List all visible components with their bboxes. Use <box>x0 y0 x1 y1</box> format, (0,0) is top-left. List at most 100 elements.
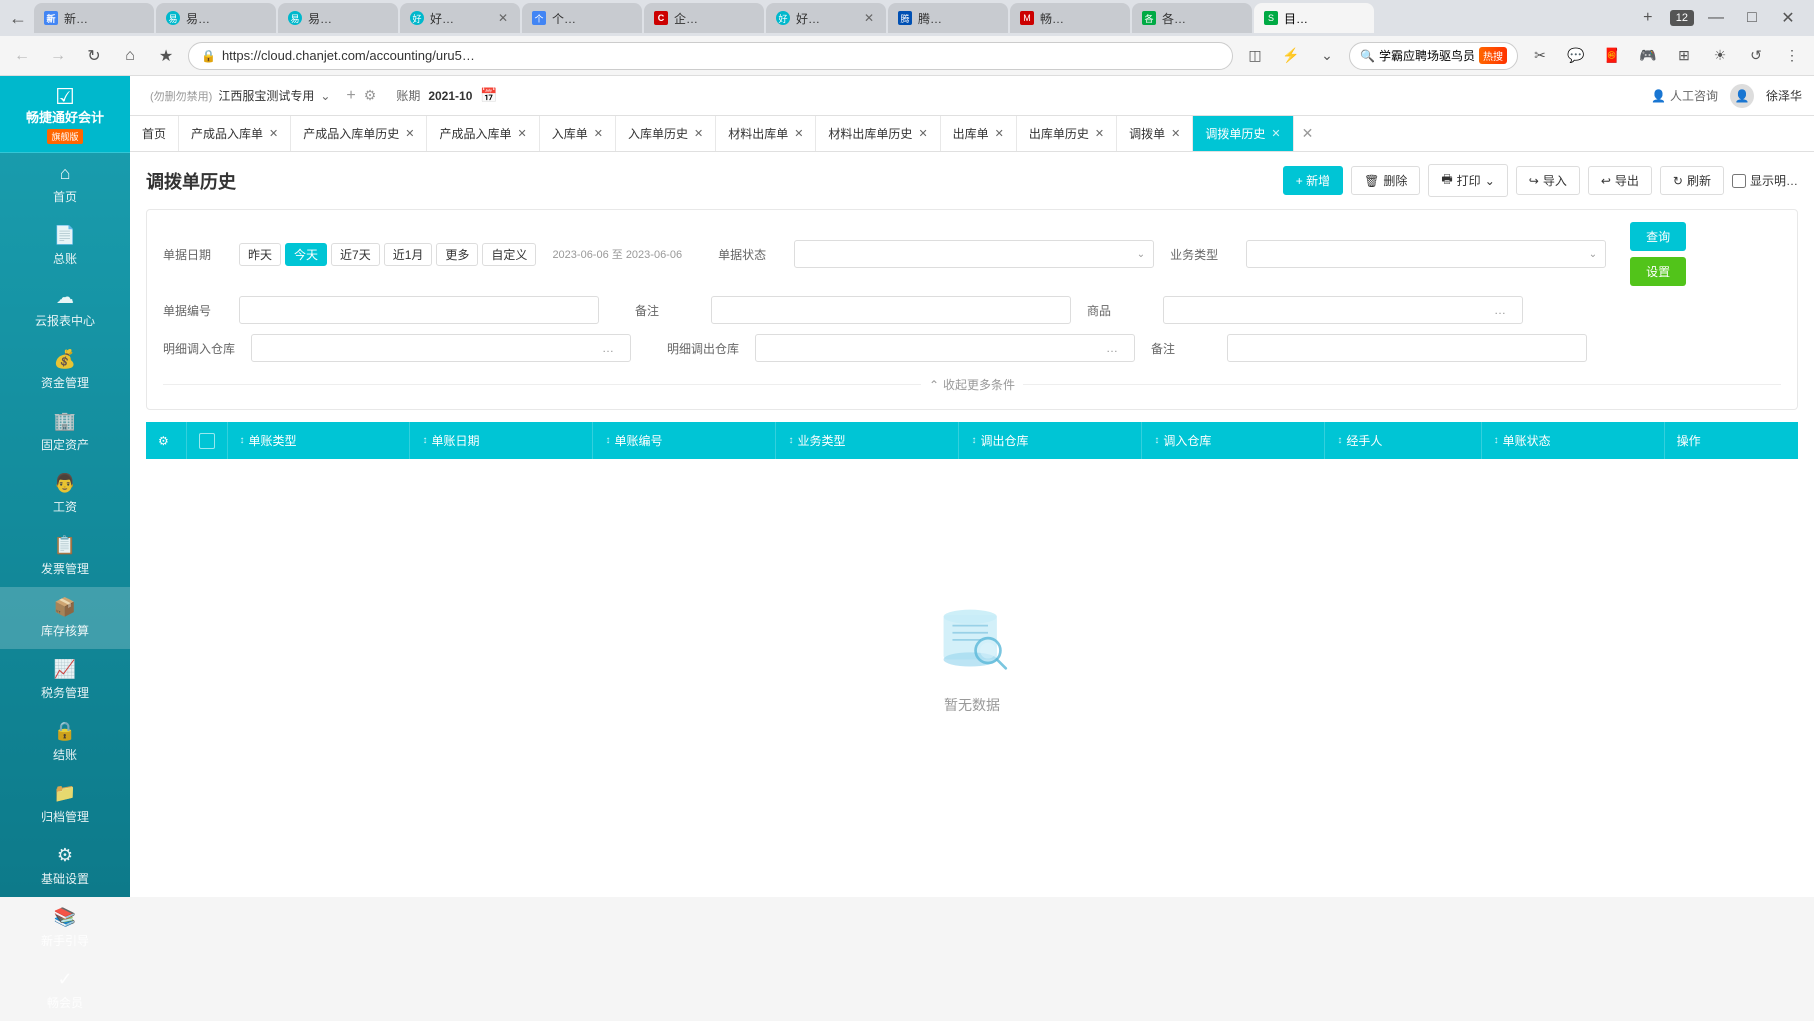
tab-close-7[interactable]: ✕ <box>862 9 876 27</box>
sidebar-item-closing[interactable]: 🔒 结账 <box>0 711 130 773</box>
new-tab-btn[interactable]: + <box>1634 4 1662 32</box>
scissors-icon[interactable]: ✂ <box>1526 42 1554 70</box>
nav-tab-inbound-hist[interactable]: 入库单历史 ✕ <box>616 116 716 152</box>
user-avatar[interactable]: 👤 <box>1730 84 1754 108</box>
goods-select[interactable]: … <box>1163 296 1523 324</box>
sidebar-item-reports[interactable]: ☁ 云报表中心 <box>0 277 130 339</box>
menu-icon[interactable]: ⋮ <box>1778 42 1806 70</box>
display-cols-checkbox[interactable] <box>1732 174 1746 188</box>
browser-tab-6[interactable]: C 企… <box>644 3 764 33</box>
th-out-warehouse[interactable]: ↕ 调出仓库 <box>959 422 1142 459</box>
wallet-icon[interactable]: 🧧 <box>1598 42 1626 70</box>
settings-config-btn[interactable]: 设置 <box>1630 257 1686 286</box>
nav-tab-products-in2[interactable]: 产成品入库单 ✕ <box>427 116 539 152</box>
sidebar-item-tax[interactable]: 📈 税务管理 <box>0 649 130 711</box>
sidebar-item-finance[interactable]: 💰 资金管理 <box>0 339 130 401</box>
game-icon[interactable]: 🎮 <box>1634 42 1662 70</box>
date-btn-custom[interactable]: 自定义 <box>482 243 536 266</box>
search-box[interactable]: 🔍 学霸应聘场驱鸟员 热搜 <box>1349 42 1518 70</box>
th-biz-type[interactable]: ↕ 业务类型 <box>776 422 959 459</box>
sidebar-item-archive[interactable]: 📁 归档管理 <box>0 773 130 835</box>
nav-tab-material-out-hist-close[interactable]: ✕ <box>918 127 927 140</box>
gear-settings-icon[interactable]: ⚙ <box>364 87 377 104</box>
new-btn[interactable]: + 新增 <box>1283 166 1343 195</box>
nav-tab-products-in[interactable]: 产成品入库单 ✕ <box>179 116 291 152</box>
nav-tab-inbound-close[interactable]: ✕ <box>594 127 603 140</box>
browser-tab-2[interactable]: 易 易… <box>156 3 276 33</box>
nav-tab-outbound-hist-close[interactable]: ✕ <box>1095 127 1104 140</box>
minimize-btn[interactable]: — <box>1702 4 1730 32</box>
detail-out-select[interactable]: … <box>755 334 1135 362</box>
th-doc-num[interactable]: ↕ 单账编号 <box>593 422 776 459</box>
header-checkbox[interactable] <box>199 433 215 449</box>
browser-tab-1[interactable]: 新 新… <box>34 3 154 33</box>
add-company-btn[interactable]: + <box>346 87 355 105</box>
nav-tab-material-out-close[interactable]: ✕ <box>794 127 803 140</box>
extensions-btn[interactable]: ◫ <box>1241 42 1269 70</box>
tab-close-4[interactable]: ✕ <box>496 9 510 27</box>
nav-tab-inbound-hist-close[interactable]: ✕ <box>694 127 703 140</box>
browser-tab-5[interactable]: 个 个… <box>522 3 642 33</box>
remark2-input[interactable] <box>1227 334 1587 362</box>
home-btn[interactable]: ⌂ <box>116 42 144 70</box>
th-doc-status[interactable]: ↕ 单账状态 <box>1481 422 1664 459</box>
address-bar[interactable]: 🔒 https://cloud.chanjet.com/accounting/u… <box>188 42 1233 70</box>
reload-btn[interactable]: ↻ <box>80 42 108 70</box>
th-settings[interactable]: ⚙ <box>146 422 186 459</box>
username[interactable]: 徐泽华 <box>1766 87 1802 104</box>
nav-tab-material-out-hist[interactable]: 材料出库单历史 ✕ <box>816 116 940 152</box>
sidebar-item-invoices[interactable]: 📋 发票管理 <box>0 525 130 587</box>
collapse-btn[interactable]: ⌃ 收起更多条件 <box>921 372 1023 397</box>
nav-tab-transfer[interactable]: 调拨单 ✕ <box>1117 116 1193 152</box>
biz-type-filter-select[interactable]: ⌄ <box>1246 240 1606 268</box>
browser-tab-11[interactable]: S 目… <box>1254 3 1374 33</box>
date-btn-1month[interactable]: 近1月 <box>384 243 433 266</box>
back-btn[interactable]: ← <box>8 42 36 70</box>
nav-tab-home[interactable]: 首页 <box>130 116 179 152</box>
nav-tab-outbound-hist[interactable]: 出库单历史 ✕ <box>1017 116 1117 152</box>
dropdown-btn[interactable]: ⌄ <box>1313 42 1341 70</box>
calendar-icon[interactable]: 📅 <box>480 87 497 104</box>
export-btn[interactable]: ↩ 导出 <box>1588 166 1652 195</box>
th-doc-date[interactable]: ↕ 单账日期 <box>410 422 593 459</box>
status-filter-select[interactable]: ⌄ <box>794 240 1154 268</box>
sun-icon[interactable]: ☀ <box>1706 42 1734 70</box>
nav-tab-transfer-close[interactable]: ✕ <box>1171 127 1180 140</box>
query-btn[interactable]: 查询 <box>1630 222 1686 251</box>
company-selector[interactable]: (勿删勿禁用) 江西服宝测试专用 ⌄ <box>142 83 338 108</box>
refresh-btn[interactable]: ↻ 刷新 <box>1660 166 1724 195</box>
date-btn-more[interactable]: 更多 <box>436 243 478 266</box>
nav-tab-products-in-close[interactable]: ✕ <box>269 127 278 140</box>
th-in-warehouse[interactable]: ↕ 调入仓库 <box>1142 422 1325 459</box>
customer-service-btn[interactable]: 👤 人工咨询 <box>1651 87 1718 104</box>
undo-icon[interactable]: ↺ <box>1742 42 1770 70</box>
translate-icon[interactable]: 💬 <box>1562 42 1590 70</box>
date-btn-today[interactable]: 今天 <box>285 243 327 266</box>
nav-tab-transfer-hist-close[interactable]: ✕ <box>1271 127 1280 140</box>
lightning-btn[interactable]: ⚡ <box>1277 42 1305 70</box>
nav-tab-outbound[interactable]: 出库单 ✕ <box>941 116 1017 152</box>
nav-tab-material-out[interactable]: 材料出库单 ✕ <box>716 116 816 152</box>
sidebar-item-settings[interactable]: ⚙ 基础设置 <box>0 835 130 897</box>
nav-tab-products-in-hist[interactable]: 产成品入库单历史 ✕ <box>291 116 427 152</box>
browser-tab-10[interactable]: 各 各… <box>1132 3 1252 33</box>
nav-tab-outbound-close[interactable]: ✕ <box>995 127 1004 140</box>
nav-tab-inbound[interactable]: 入库单 ✕ <box>540 116 616 152</box>
browser-tab-7[interactable]: 好 好… ✕ <box>766 3 886 33</box>
tab-close-all-btn[interactable]: ✕ <box>1294 125 1322 142</box>
sidebar-item-wages[interactable]: 👨 工资 <box>0 463 130 525</box>
doc-num-input[interactable] <box>239 296 599 324</box>
sidebar-item-home[interactable]: ⌂ 首页 <box>0 153 130 215</box>
bookmark-btn[interactable]: ★ <box>152 42 180 70</box>
browser-back[interactable]: ← <box>4 4 32 32</box>
nav-tab-products-in-hist-close[interactable]: ✕ <box>405 127 414 140</box>
table-settings-icon[interactable]: ⚙ <box>158 434 169 448</box>
remark-input[interactable] <box>711 296 1071 324</box>
detail-in-select[interactable]: … <box>251 334 631 362</box>
maximize-btn[interactable]: □ <box>1738 4 1766 32</box>
date-btn-yesterday[interactable]: 昨天 <box>239 243 281 266</box>
browser-tab-9[interactable]: M 畅… <box>1010 3 1130 33</box>
th-doc-type[interactable]: ↕ 单账类型 <box>227 422 410 459</box>
sidebar-item-ledger[interactable]: 📄 总账 <box>0 215 130 277</box>
import-btn[interactable]: ↪ 导入 <box>1516 166 1580 195</box>
